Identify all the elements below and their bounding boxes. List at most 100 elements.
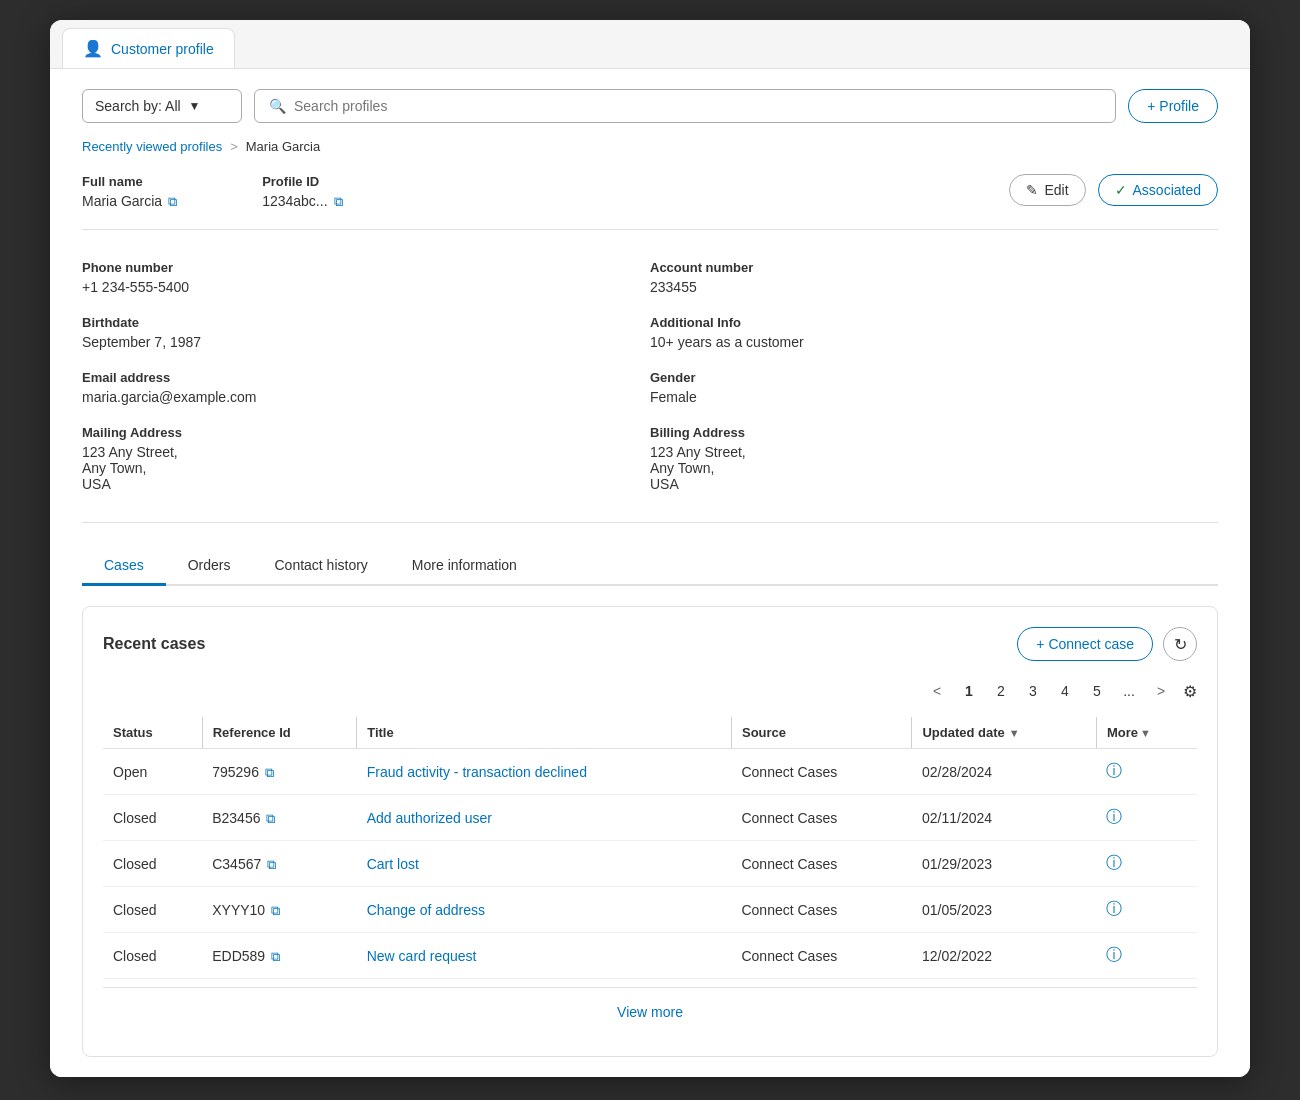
cases-panel: Recent cases + Connect case ↻ < 1 2 3 4 … bbox=[82, 606, 1218, 1057]
customer-profile-tab[interactable]: 👤 Customer profile bbox=[62, 28, 235, 68]
cell-title: Cart lost bbox=[357, 841, 732, 887]
cases-table: Status Reference Id Title Source bbox=[103, 717, 1197, 979]
additional-info-label: Additional Info bbox=[650, 315, 1218, 330]
connect-case-button[interactable]: + Connect case bbox=[1017, 627, 1153, 661]
cell-more: ⓘ bbox=[1096, 887, 1197, 933]
cell-status: Open bbox=[103, 749, 202, 795]
profile-header-actions: ✎ Edit ✓ Associated bbox=[1009, 174, 1218, 206]
cell-more: ⓘ bbox=[1096, 795, 1197, 841]
search-by-label: Search by: All bbox=[95, 98, 181, 114]
cell-more: ⓘ bbox=[1096, 933, 1197, 979]
case-link[interactable]: Fraud activity - transaction declined bbox=[367, 764, 587, 780]
tab-orders[interactable]: Orders bbox=[166, 547, 253, 586]
copy-fullname-icon[interactable]: ⧉ bbox=[168, 194, 182, 208]
full-name-group: Full name Maria Garcia ⧉ bbox=[82, 174, 182, 209]
col-header-title: Title bbox=[357, 717, 732, 749]
search-icon: 🔍 bbox=[269, 98, 286, 114]
col-header-updated-date[interactable]: Updated date ▼ bbox=[912, 717, 1096, 749]
cell-ref-id: C34567 ⧉ bbox=[202, 841, 357, 887]
gender-label: Gender bbox=[650, 370, 1218, 385]
check-circle-icon: ✓ bbox=[1115, 182, 1127, 198]
col-header-source: Source bbox=[731, 717, 912, 749]
view-more-link[interactable]: View more bbox=[103, 987, 1197, 1036]
cell-ref-id: EDD589 ⧉ bbox=[202, 933, 357, 979]
pagination-page-5[interactable]: 5 bbox=[1083, 677, 1111, 705]
edit-button[interactable]: ✎ Edit bbox=[1009, 174, 1085, 206]
billing-address-value: 123 Any Street, Any Town, USA bbox=[650, 444, 1218, 492]
mailing-address-value: 123 Any Street, Any Town, USA bbox=[82, 444, 650, 492]
account-number-value: 233455 bbox=[650, 279, 1218, 295]
add-profile-label: + Profile bbox=[1147, 98, 1199, 114]
pagination-page-2[interactable]: 2 bbox=[987, 677, 1015, 705]
main-content: Search by: All ▼ 🔍 + Profile Recently vi… bbox=[50, 69, 1250, 1077]
pagination-next[interactable]: > bbox=[1147, 677, 1175, 705]
cell-date: 01/05/2023 bbox=[912, 887, 1096, 933]
pagination: < 1 2 3 4 5 ... > ⚙ bbox=[103, 677, 1197, 705]
cell-title: Add authorized user bbox=[357, 795, 732, 841]
tab-more-information[interactable]: More information bbox=[390, 547, 539, 586]
phone-label: Phone number bbox=[82, 260, 650, 275]
cell-source: Connect Cases bbox=[731, 795, 912, 841]
refresh-icon: ↻ bbox=[1174, 635, 1187, 654]
breadcrumb-link[interactable]: Recently viewed profiles bbox=[82, 139, 222, 154]
case-link[interactable]: Cart lost bbox=[367, 856, 419, 872]
profile-info-grid: Phone number +1 234-555-5400 Account num… bbox=[82, 250, 1218, 523]
pagination-page-1[interactable]: 1 bbox=[955, 677, 983, 705]
table-row: Open 795296 ⧉ Fraud activity - transacti… bbox=[103, 749, 1197, 795]
cell-status: Closed bbox=[103, 933, 202, 979]
case-link[interactable]: Add authorized user bbox=[367, 810, 492, 826]
cell-more: ⓘ bbox=[1096, 841, 1197, 887]
info-icon[interactable]: ⓘ bbox=[1106, 854, 1122, 871]
info-icon[interactable]: ⓘ bbox=[1106, 900, 1122, 917]
profile-header: Full name Maria Garcia ⧉ Profile ID 1234… bbox=[82, 174, 1218, 230]
copy-ref-icon[interactable]: ⧉ bbox=[271, 903, 285, 917]
search-by-dropdown[interactable]: Search by: All ▼ bbox=[82, 89, 242, 123]
top-bar: Search by: All ▼ 🔍 + Profile bbox=[82, 89, 1218, 123]
cases-title: Recent cases bbox=[103, 635, 205, 653]
edit-pencil-icon: ✎ bbox=[1026, 182, 1038, 198]
pagination-page-3[interactable]: 3 bbox=[1019, 677, 1047, 705]
copy-ref-icon[interactable]: ⧉ bbox=[266, 811, 280, 825]
search-input[interactable] bbox=[294, 98, 1101, 114]
sort-icon: ▼ bbox=[1009, 727, 1020, 739]
email-value: maria.garcia@example.com bbox=[82, 389, 650, 405]
copy-ref-icon[interactable]: ⧉ bbox=[271, 949, 285, 963]
pagination-prev[interactable]: < bbox=[923, 677, 951, 705]
birthdate-value: September 7, 1987 bbox=[82, 334, 650, 350]
tab-cases[interactable]: Cases bbox=[82, 547, 166, 586]
cell-source: Connect Cases bbox=[731, 841, 912, 887]
info-icon[interactable]: ⓘ bbox=[1106, 808, 1122, 825]
tab-bar: 👤 Customer profile bbox=[50, 20, 1250, 69]
profile-id-value: 1234abc... ⧉ bbox=[262, 193, 347, 209]
col-header-status: Status bbox=[103, 717, 202, 749]
cell-date: 02/28/2024 bbox=[912, 749, 1096, 795]
tab-contact-history[interactable]: Contact history bbox=[252, 547, 389, 586]
cell-date: 12/02/2022 bbox=[912, 933, 1096, 979]
table-row: Closed EDD589 ⧉ New card request Connect… bbox=[103, 933, 1197, 979]
pagination-page-4[interactable]: 4 bbox=[1051, 677, 1079, 705]
case-link[interactable]: New card request bbox=[367, 948, 477, 964]
cell-date: 02/11/2024 bbox=[912, 795, 1096, 841]
breadcrumb: Recently viewed profiles > Maria Garcia bbox=[82, 139, 1218, 154]
copy-ref-icon[interactable]: ⧉ bbox=[265, 765, 279, 779]
cell-title: New card request bbox=[357, 933, 732, 979]
add-profile-button[interactable]: + Profile bbox=[1128, 89, 1218, 123]
breadcrumb-current: Maria Garcia bbox=[246, 139, 320, 154]
full-name-value: Maria Garcia ⧉ bbox=[82, 193, 182, 209]
birthdate-group: Birthdate September 7, 1987 bbox=[82, 305, 650, 360]
tab-label: Customer profile bbox=[111, 41, 214, 57]
birthdate-label: Birthdate bbox=[82, 315, 650, 330]
info-icon[interactable]: ⓘ bbox=[1106, 762, 1122, 779]
cell-ref-id: B23456 ⧉ bbox=[202, 795, 357, 841]
pagination-settings-icon[interactable]: ⚙ bbox=[1183, 682, 1197, 701]
case-link[interactable]: Change of address bbox=[367, 902, 485, 918]
cell-more: ⓘ bbox=[1096, 749, 1197, 795]
breadcrumb-separator: > bbox=[230, 139, 238, 154]
person-icon: 👤 bbox=[83, 39, 103, 58]
cell-source: Connect Cases bbox=[731, 933, 912, 979]
copy-ref-icon[interactable]: ⧉ bbox=[267, 857, 281, 871]
copy-profileid-icon[interactable]: ⧉ bbox=[334, 194, 348, 208]
info-icon[interactable]: ⓘ bbox=[1106, 946, 1122, 963]
section-tabs: Cases Orders Contact history More inform… bbox=[82, 547, 1218, 586]
refresh-button[interactable]: ↻ bbox=[1163, 627, 1197, 661]
